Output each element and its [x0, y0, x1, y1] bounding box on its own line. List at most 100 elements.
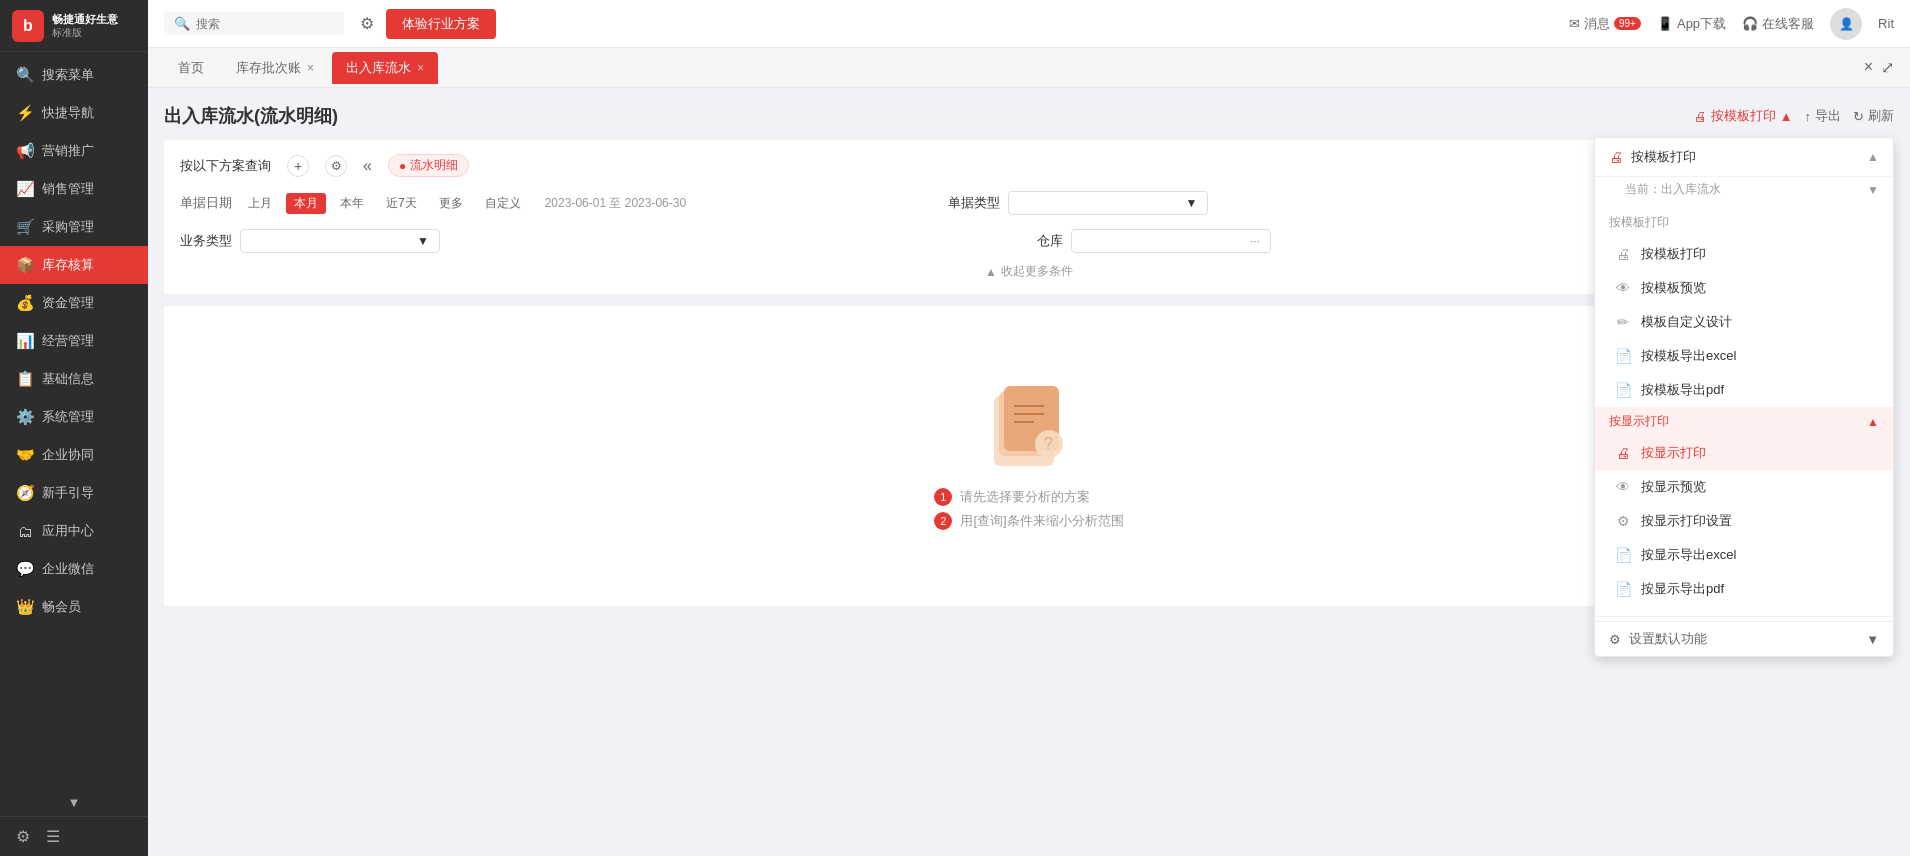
dropdown-collapse-icon[interactable]: ▲: [1867, 150, 1879, 164]
sidebar: b 畅捷通好生意 标准版 🔍 搜索菜单 ⚡ 快捷导航 📢 营销推广 📈 销售管理…: [0, 0, 148, 856]
sidebar-logo: b 畅捷通好生意 标准版: [0, 0, 148, 52]
topbar-gear-icon[interactable]: ⚙: [360, 14, 374, 33]
dropdown-item-display-preview[interactable]: 👁 按显示预览: [1595, 470, 1893, 504]
sidebar-item-quick-nav[interactable]: ⚡ 快捷导航: [0, 94, 148, 132]
template-pdf-label: 按模板导出pdf: [1641, 381, 1724, 399]
dropdown-item-display-pdf[interactable]: 📄 按显示导出pdf: [1595, 572, 1893, 606]
dropdown-item-template-excel[interactable]: 📄 按模板导出excel: [1595, 339, 1893, 373]
warehouse-select[interactable]: ···: [1071, 229, 1271, 253]
username-label[interactable]: Rit: [1878, 16, 1894, 31]
sidebar-item-search[interactable]: 🔍 搜索菜单: [0, 56, 148, 94]
dropdown-item-template-preview[interactable]: 👁 按模板预览: [1595, 271, 1893, 305]
sidebar-item-member[interactable]: 👑 畅会员: [0, 588, 148, 626]
date-shortcut-1[interactable]: 本月: [286, 193, 326, 214]
export-btn[interactable]: ↑ 导出: [1805, 107, 1842, 125]
empty-step-1: 1 请先选择要分析的方案: [934, 488, 1123, 506]
online-service-btn[interactable]: 🎧 在线客服: [1742, 15, 1814, 33]
business-type-filter: 业务类型 ▼: [180, 229, 1021, 253]
dropdown-item-template-custom[interactable]: ✏ 模板自定义设计: [1595, 305, 1893, 339]
message-btn[interactable]: ✉ 消息 99+: [1569, 15, 1641, 33]
refresh-btn[interactable]: ↻ 刷新: [1853, 107, 1894, 125]
tab-close-batch[interactable]: ×: [307, 61, 314, 75]
window-close-btn[interactable]: ×: [1864, 58, 1873, 77]
apps-nav-icon: 🗂: [16, 523, 34, 540]
filter-collapse-btn[interactable]: «: [363, 157, 372, 175]
filter-add-btn[interactable]: +: [287, 155, 309, 177]
service-label: 在线客服: [1762, 15, 1814, 33]
dropdown-item-display-settings[interactable]: ⚙ 按显示打印设置: [1595, 504, 1893, 538]
search-input[interactable]: [196, 17, 316, 31]
tab-close-flow[interactable]: ×: [417, 61, 424, 75]
date-shortcut-0[interactable]: 上月: [240, 193, 280, 214]
window-maximize-btn[interactable]: ⤢: [1881, 58, 1894, 77]
sidebar-item-label-wechat: 企业微信: [42, 560, 94, 578]
current-template-arrow[interactable]: ▼: [1867, 183, 1879, 197]
dropdown-item-template-pdf[interactable]: 📄 按模板导出pdf: [1595, 373, 1893, 407]
date-shortcuts: 上月本月本年近7天更多自定义: [240, 193, 529, 214]
dropdown-footer[interactable]: ⚙ 设置默认功能 ▼: [1595, 621, 1893, 656]
sidebar-item-sales[interactable]: 📈 销售管理: [0, 170, 148, 208]
sidebar-item-coop[interactable]: 🤝 企业协同: [0, 436, 148, 474]
message-badge: 99+: [1614, 17, 1641, 30]
print-template-btn[interactable]: 🖨 按模板打印 ▲: [1694, 107, 1793, 125]
tab-batch[interactable]: 库存批次账 ×: [222, 52, 328, 84]
tab-label-batch: 库存批次账: [236, 59, 301, 77]
filter-chip-icon: ●: [399, 159, 406, 173]
topbar-right: ✉ 消息 99+ 📱 App下载 🎧 在线客服 👤 Rit: [1569, 8, 1894, 40]
basic-nav-icon: 📋: [16, 370, 34, 388]
empty-step-2: 2 用[查询]条件来缩小分析范围: [934, 512, 1123, 530]
sidebar-item-purchase[interactable]: 🛒 采购管理: [0, 208, 148, 246]
settings-icon[interactable]: ⚙: [16, 827, 30, 846]
app-download-btn[interactable]: 📱 App下载: [1657, 15, 1726, 33]
date-shortcut-4[interactable]: 更多: [431, 193, 471, 214]
receipt-type-select[interactable]: ▼: [1008, 191, 1208, 215]
sales-nav-icon: 📈: [16, 180, 34, 198]
dropdown-item-template-print[interactable]: 🖨 按模板打印: [1595, 237, 1893, 271]
tabbar: 首页库存批次账×出入库流水× × ⤢: [148, 48, 1910, 88]
sidebar-item-basic[interactable]: 📋 基础信息: [0, 360, 148, 398]
page-area: 出入库流水(流水明细) 🖨 按模板打印 ▲ ↑ 导出 ↻ 刷新: [148, 88, 1910, 856]
sidebar-item-label-sales: 销售管理: [42, 180, 94, 198]
business-type-select[interactable]: ▼: [240, 229, 440, 253]
sidebar-item-label-apps: 应用中心: [42, 522, 94, 540]
display-excel-label: 按显示导出excel: [1641, 546, 1736, 564]
sidebar-scroll-down[interactable]: ▼: [0, 789, 148, 816]
date-shortcut-2[interactable]: 本年: [332, 193, 372, 214]
sidebar-item-label-quick-nav: 快捷导航: [42, 104, 94, 122]
refresh-label: 刷新: [1868, 107, 1894, 125]
display-settings-icon: ⚙: [1615, 513, 1631, 529]
menu-toggle-icon[interactable]: ☰: [46, 827, 60, 846]
sidebar-item-marketing[interactable]: 📢 营销推广: [0, 132, 148, 170]
sidebar-item-finance[interactable]: 💰 资金管理: [0, 284, 148, 322]
date-shortcut-3[interactable]: 近7天: [378, 193, 425, 214]
dropdown-current-sub: 当前：出入库流水 ▼: [1595, 177, 1893, 202]
sidebar-item-label-basic: 基础信息: [42, 370, 94, 388]
sidebar-item-apps[interactable]: 🗂 应用中心: [0, 512, 148, 550]
industry-btn[interactable]: 体验行业方案: [386, 9, 496, 39]
sidebar-item-system[interactable]: ⚙️ 系统管理: [0, 398, 148, 436]
user-avatar[interactable]: 👤: [1830, 8, 1862, 40]
template-print-label: 按模板打印: [1641, 245, 1706, 263]
current-template-label: 当前：出入库流水: [1625, 181, 1721, 198]
filter-chip[interactable]: ● 流水明细: [388, 154, 469, 177]
tab-flow[interactable]: 出入库流水×: [332, 52, 438, 84]
tab-home[interactable]: 首页: [164, 52, 218, 84]
receipt-type-filter: 单据类型 ▼: [948, 191, 1700, 215]
date-range-label: 2023-06-01 至 2023-06-30: [545, 195, 686, 212]
collapse-btn[interactable]: ▲ 收起更多条件: [985, 263, 1073, 280]
sidebar-item-operations[interactable]: 📊 经营管理: [0, 322, 148, 360]
search-box[interactable]: 🔍: [164, 12, 344, 35]
dropdown-header: 🖨 按模板打印 ▲: [1595, 138, 1893, 177]
sidebar-item-guide[interactable]: 🧭 新手引导: [0, 474, 148, 512]
date-shortcut-5[interactable]: 自定义: [477, 193, 529, 214]
dropdown-item-display-excel[interactable]: 📄 按显示导出excel: [1595, 538, 1893, 572]
dropdown-item-display-print[interactable]: 🖨 按显示打印: [1595, 436, 1893, 470]
template-preview-label: 按模板预览: [1641, 279, 1706, 297]
filter-settings-btn[interactable]: ⚙: [325, 155, 347, 177]
app-download-label: App下载: [1677, 15, 1726, 33]
collapse-up-icon: ▲: [985, 265, 997, 279]
sidebar-item-label-search: 搜索菜单: [42, 66, 94, 84]
sidebar-item-inventory[interactable]: 📦 库存核算: [0, 246, 148, 284]
sidebar-item-wechat[interactable]: 💬 企业微信: [0, 550, 148, 588]
chevron-up-icon[interactable]: ▲: [1780, 109, 1793, 124]
